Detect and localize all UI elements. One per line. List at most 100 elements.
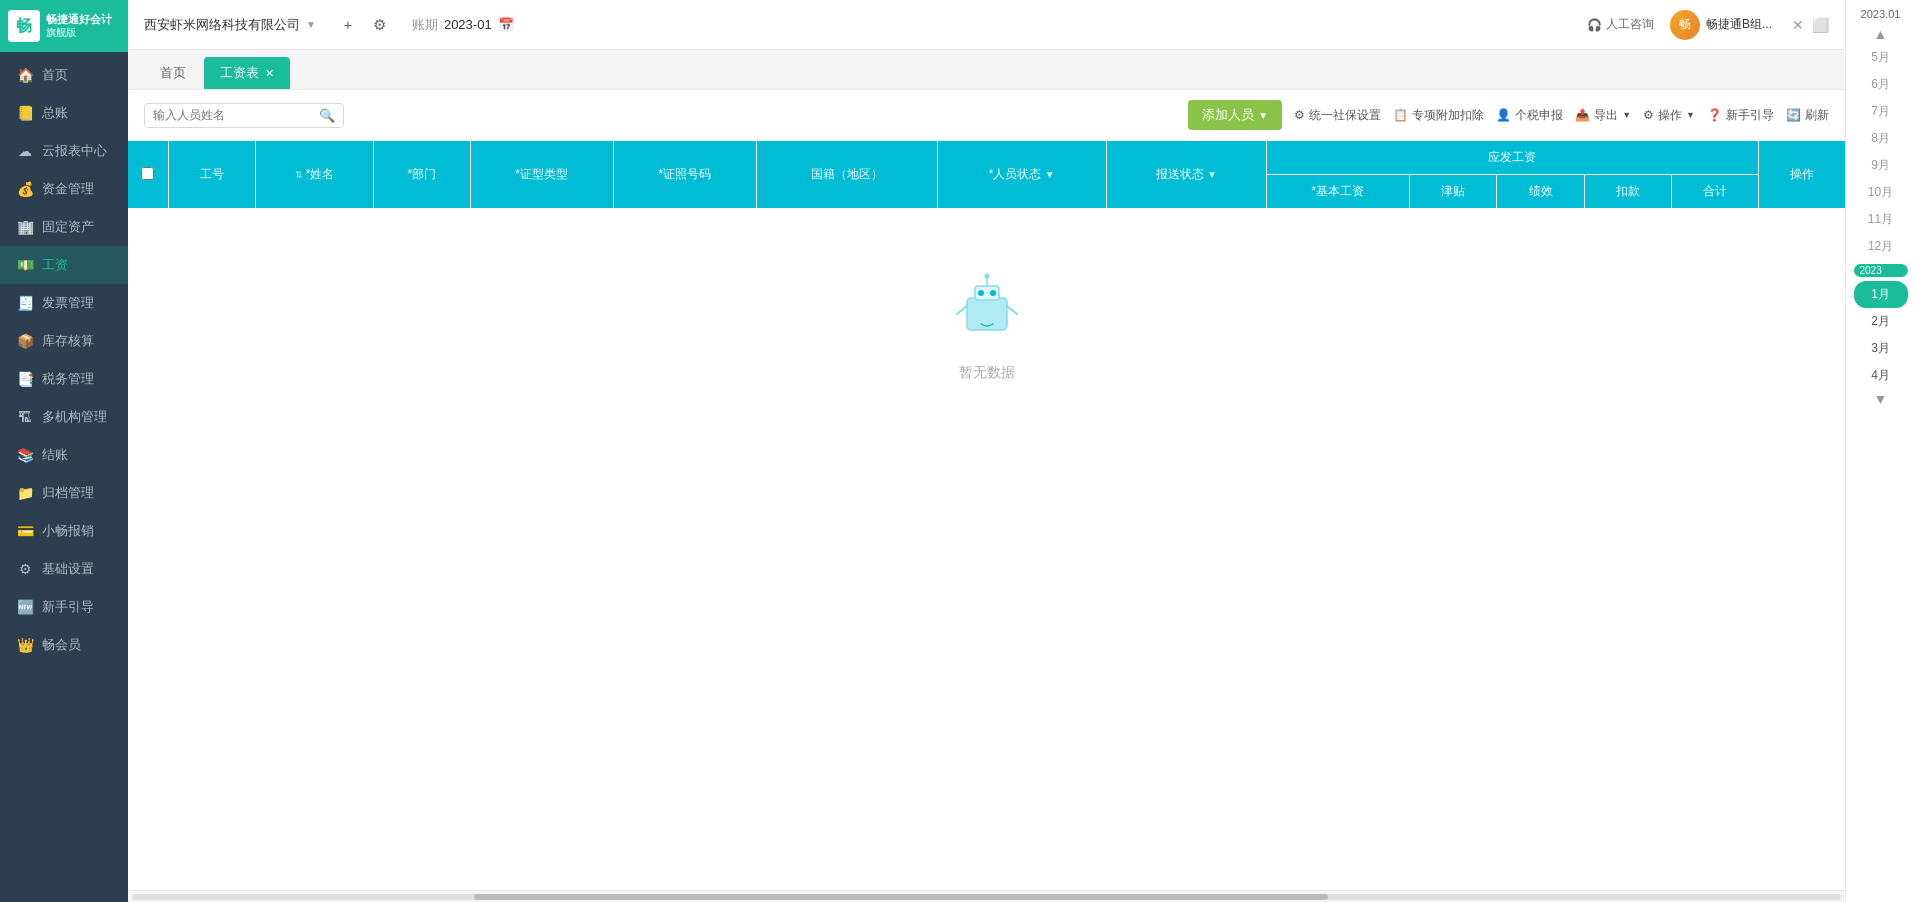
user-name: 畅捷通B组... [1706, 16, 1772, 33]
sidebar-item-cloud_report[interactable]: ☁云报表中心 [0, 132, 128, 170]
refresh-label: 刷新 [1805, 107, 1829, 124]
salary-icon: 💵 [16, 257, 34, 273]
salary-table: 工号 ⇅ *姓名 *部门 *证型类型 *证照号码 国籍（地区） *人员状态 [128, 141, 1845, 208]
export-btn[interactable]: 📤 导出 ▼ [1575, 107, 1631, 124]
user-avatar: 畅 [1670, 10, 1700, 40]
month-item-prev-5月[interactable]: 5月 [1854, 44, 1908, 71]
maximize-window-btn[interactable]: ⬜ [1812, 17, 1829, 33]
sidebar-item-invoice[interactable]: 🧾发票管理 [0, 284, 128, 322]
service-btn[interactable]: 🎧 人工咨询 [1587, 16, 1654, 33]
sidebar-nav: 🏠 首页 📒 总账 ☁云报表中心💰资金管理🏢固定资产 💵 工资 🧾发票管理📦库存核算📑税务管理… [0, 52, 128, 902]
add-person-btn[interactable]: 添加人员 ▼ [1188, 100, 1282, 130]
guide-label: 新手引导 [1726, 107, 1774, 124]
app-logo: 畅 畅捷通好会计 旗舰版 [0, 0, 128, 52]
add-company-btn[interactable]: + [336, 13, 360, 37]
sidebar-item-base_settings[interactable]: ⚙基础设置 [0, 550, 128, 588]
month-item-prev-11月[interactable]: 11月 [1854, 206, 1908, 233]
sidebar-item-tax[interactable]: 📑税务管理 [0, 360, 128, 398]
sidebar-item-member[interactable]: 👑畅会员 [0, 626, 128, 664]
refresh-icon: 🔄 [1786, 108, 1801, 122]
tab-home[interactable]: 首页 [144, 57, 202, 89]
date-panel-header: 2023.01 [1861, 8, 1901, 20]
company-selector[interactable]: 西安虾米网络科技有限公司 ▼ [144, 16, 316, 34]
sidebar-label-ledger: 总账 [42, 104, 68, 122]
sidebar-label-new_guide: 新手引导 [42, 598, 94, 616]
month-item-prev-8月[interactable]: 8月 [1854, 125, 1908, 152]
guide-btn[interactable]: ❓ 新手引导 [1707, 107, 1774, 124]
th-submit-filter-icon[interactable]: ▼ [1207, 169, 1217, 180]
month-item-prev-9月[interactable]: 9月 [1854, 152, 1908, 179]
multi_org-icon: 🏗 [16, 409, 34, 425]
month-item-prev-10月[interactable]: 10月 [1854, 179, 1908, 206]
user-menu[interactable]: 畅 畅捷通B组... [1670, 10, 1772, 40]
sidebar-label-expense: 小畅报销 [42, 522, 94, 540]
archive-icon: 📁 [16, 485, 34, 501]
close_book-icon: 📚 [16, 447, 34, 463]
search-input[interactable] [153, 108, 313, 122]
tax-icon: 📑 [16, 371, 34, 387]
month-item-2月[interactable]: 2月 [1854, 308, 1908, 335]
home-icon: 🏠 [16, 67, 34, 83]
th-checkbox[interactable] [128, 141, 168, 208]
th-name: ⇅ *姓名 [255, 141, 373, 208]
period-calendar-icon[interactable]: 📅 [498, 17, 514, 32]
refresh-btn[interactable]: 🔄 刷新 [1786, 107, 1829, 124]
sidebar-label-home: 首页 [42, 66, 68, 84]
sidebar-item-asset[interactable]: 🏢固定资产 [0, 208, 128, 246]
special-deduction-btn[interactable]: 📋 专项附加扣除 [1393, 107, 1484, 124]
th-actions: 操作 [1758, 141, 1845, 208]
tab-salary[interactable]: 工资表 ✕ [204, 57, 290, 89]
svg-line-4 [957, 306, 967, 314]
company-dropdown-icon[interactable]: ▼ [306, 19, 316, 30]
app-edition: 旗舰版 [46, 26, 112, 40]
scrollbar-thumb[interactable] [474, 894, 1329, 900]
tax-report-label: 个税申报 [1515, 107, 1563, 124]
sidebar-item-archive[interactable]: 📁归档管理 [0, 474, 128, 512]
add-person-arrow-icon: ▼ [1258, 110, 1268, 121]
search-box[interactable]: 🔍 [144, 103, 344, 128]
table-container: 工号 ⇅ *姓名 *部门 *证型类型 *证照号码 国籍（地区） *人员状态 [128, 141, 1845, 890]
tax-report-btn[interactable]: 👤 个税申报 [1496, 107, 1563, 124]
date-nav-down[interactable]: ▼ [1872, 389, 1890, 409]
sidebar-item-ledger[interactable]: 📒 总账 [0, 94, 128, 132]
sidebar-label-salary: 工资 [42, 256, 68, 274]
date-panel: 2023.01 ▲ 5月6月7月8月9月10月11月12月20231月2月3月4… [1845, 0, 1915, 902]
asset-icon: 🏢 [16, 219, 34, 235]
sidebar-item-salary[interactable]: 💵 工资 [0, 246, 128, 284]
month-item-1月[interactable]: 1月 [1854, 281, 1908, 308]
month-item-prev-6月[interactable]: 6月 [1854, 71, 1908, 98]
month-item-4月[interactable]: 4月 [1854, 362, 1908, 389]
social-security-btn[interactable]: ⚙ 统一社保设置 [1294, 107, 1381, 124]
sidebar-item-expense[interactable]: 💳小畅报销 [0, 512, 128, 550]
date-nav-up[interactable]: ▲ [1872, 24, 1890, 44]
sidebar-item-close_book[interactable]: 📚结账 [0, 436, 128, 474]
search-icon: 🔍 [319, 108, 335, 123]
empty-icon [947, 268, 1027, 348]
close-window-btn[interactable]: ✕ [1792, 17, 1804, 33]
tax-report-icon: 👤 [1496, 108, 1511, 122]
month-item-prev-7月[interactable]: 7月 [1854, 98, 1908, 125]
tab-salary-close[interactable]: ✕ [265, 67, 274, 80]
settings-btn[interactable]: ⚙ [368, 13, 392, 37]
top-bar: 西安虾米网络科技有限公司 ▼ + ⚙ 账期 2023-01 📅 🎧 人工咨询 畅… [128, 0, 1845, 50]
tab-home-label: 首页 [160, 64, 186, 82]
sidebar-label-cloud_report: 云报表中心 [42, 142, 107, 160]
select-all-checkbox[interactable] [141, 167, 154, 180]
th-status-filter-icon[interactable]: ▼ [1045, 169, 1055, 180]
sidebar-item-home[interactable]: 🏠 首页 [0, 56, 128, 94]
member-icon: 👑 [16, 637, 34, 653]
ledger-icon: 📒 [16, 105, 34, 121]
month-item-prev-12月[interactable]: 12月 [1854, 233, 1908, 260]
sidebar-item-new_guide[interactable]: 🆕新手引导 [0, 588, 128, 626]
sidebar-item-inventory[interactable]: 📦库存核算 [0, 322, 128, 360]
th-salary-group: 应发工资 [1266, 141, 1758, 175]
sidebar-item-fund[interactable]: 💰资金管理 [0, 170, 128, 208]
month-item-3月[interactable]: 3月 [1854, 335, 1908, 362]
topbar-right: 🎧 人工咨询 畅 畅捷通B组... [1587, 10, 1772, 40]
svg-point-2 [978, 290, 984, 296]
bottom-scrollbar[interactable] [128, 890, 1845, 902]
operation-btn[interactable]: ⚙ 操作 ▼ [1643, 107, 1695, 124]
sidebar-item-multi_org[interactable]: 🏗多机构管理 [0, 398, 128, 436]
special-deduction-label: 专项附加扣除 [1412, 107, 1484, 124]
th-emp-no: 工号 [168, 141, 255, 208]
